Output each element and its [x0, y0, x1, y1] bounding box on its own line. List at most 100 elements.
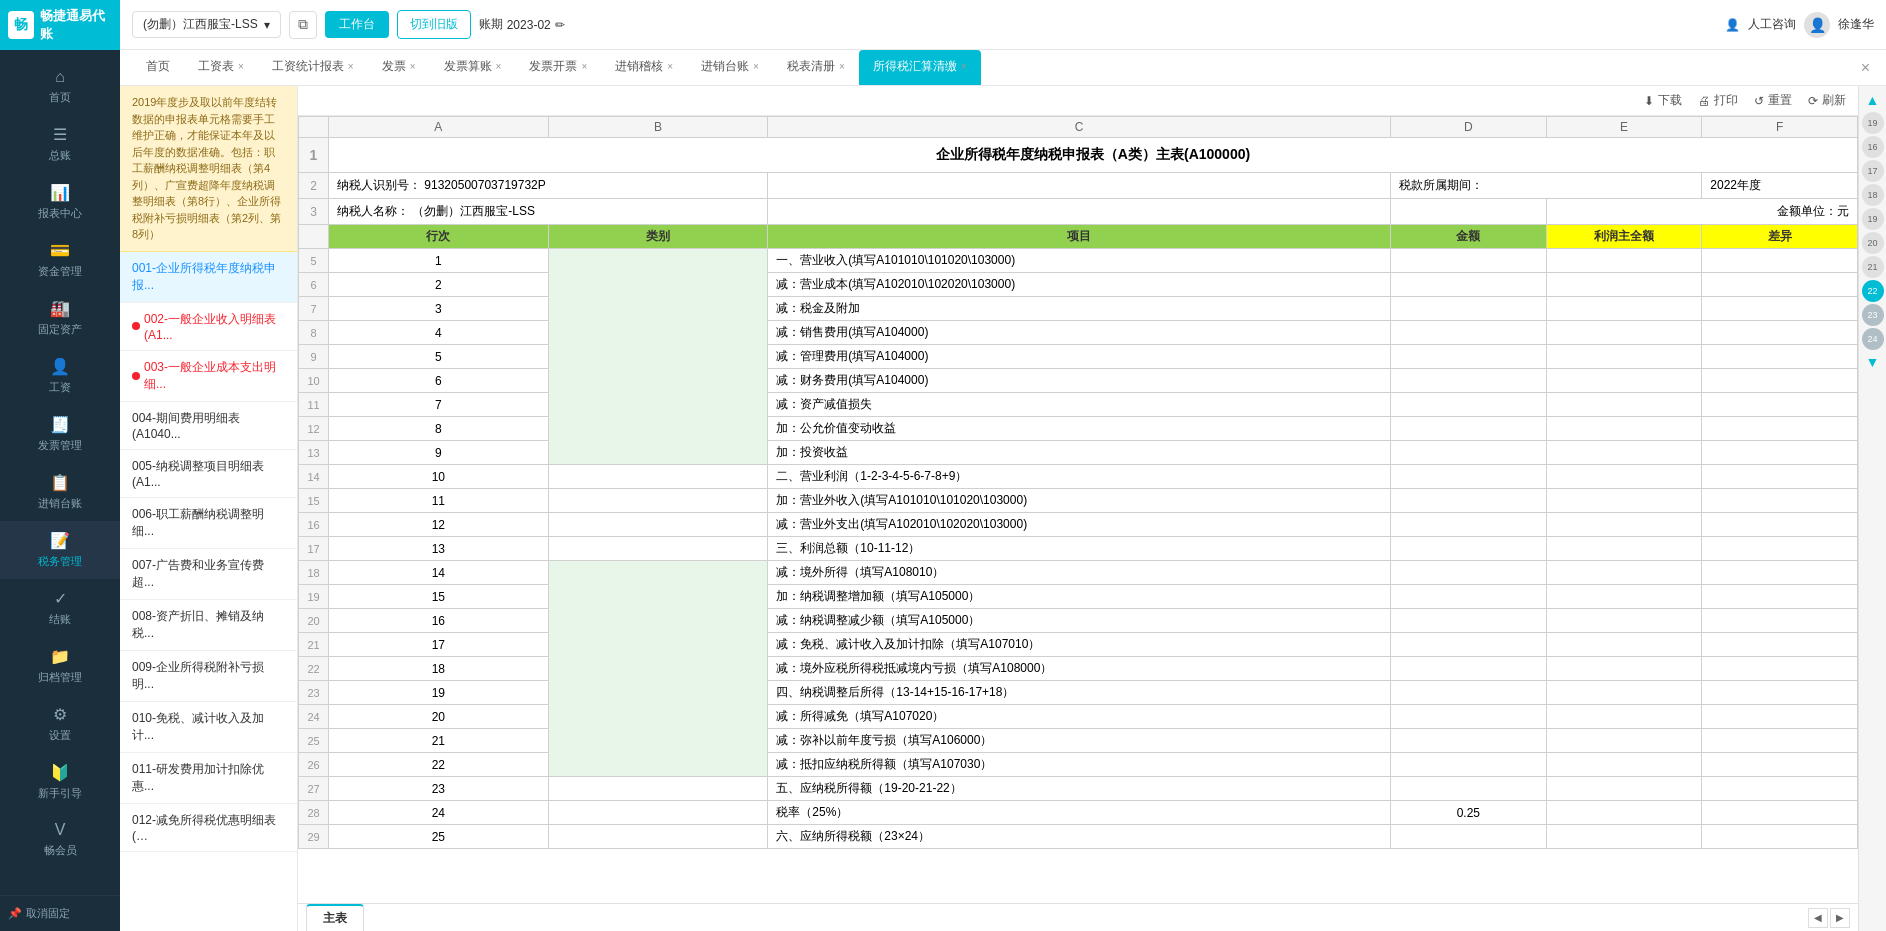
sheet-tab-main[interactable]: 主表 [306, 904, 364, 931]
tab-tax-clear[interactable]: 税表清册 × [773, 50, 859, 85]
row-diff[interactable] [1702, 345, 1858, 369]
row-amount[interactable] [1390, 249, 1546, 273]
row-amount[interactable] [1390, 657, 1546, 681]
row-amount[interactable] [1390, 321, 1546, 345]
tab-invoice-open[interactable]: 发票开票 × [515, 50, 601, 85]
row-amount[interactable] [1390, 585, 1546, 609]
row-diff[interactable] [1702, 801, 1858, 825]
sidebar-item-archive[interactable]: 📁归档管理 [0, 637, 120, 695]
row-diff[interactable] [1702, 753, 1858, 777]
report-item-011[interactable]: 011-研发费用加计扣除优惠... [120, 753, 297, 804]
row-profit[interactable] [1546, 441, 1702, 465]
tab-invoice-calc[interactable]: 发票算账 × [430, 50, 516, 85]
row-profit[interactable] [1546, 321, 1702, 345]
row-diff[interactable] [1702, 633, 1858, 657]
tab-tax-calc[interactable]: 所得税汇算清缴 × [859, 50, 981, 85]
row-amount[interactable] [1390, 417, 1546, 441]
tab-payroll-stats[interactable]: 工资统计报表 × [258, 50, 368, 85]
row-diff[interactable] [1702, 705, 1858, 729]
timeline-up-arrow[interactable]: ▲ [1864, 90, 1882, 110]
tab-sales-ledger[interactable]: 进销台账 × [687, 50, 773, 85]
row-profit[interactable] [1546, 657, 1702, 681]
sidebar-item-asset-mgmt[interactable]: 💳资金管理 [0, 231, 120, 289]
row-amount[interactable] [1390, 705, 1546, 729]
sidebar-unpin[interactable]: 📌 取消固定 [0, 895, 120, 931]
tab-payroll[interactable]: 工资表 × [184, 50, 258, 85]
tab-close-payroll[interactable]: × [238, 61, 244, 72]
row-profit[interactable] [1546, 249, 1702, 273]
row-amount[interactable] [1390, 369, 1546, 393]
tab-invoice[interactable]: 发票 × [368, 50, 430, 85]
tabs-close-all[interactable]: × [1857, 59, 1874, 77]
row-profit[interactable] [1546, 801, 1702, 825]
timeline-down-arrow[interactable]: ▼ [1864, 352, 1882, 372]
row-profit[interactable] [1546, 417, 1702, 441]
row-amount[interactable] [1390, 513, 1546, 537]
report-item-007[interactable]: 007-广告费和业务宣传费超... [120, 549, 297, 600]
row-amount[interactable] [1390, 537, 1546, 561]
workspace-button[interactable]: 工作台 [325, 11, 389, 38]
row-diff[interactable] [1702, 513, 1858, 537]
row-amount[interactable] [1390, 753, 1546, 777]
sidebar-item-tax[interactable]: 📝税务管理 [0, 521, 120, 579]
tab-close-tax-clear[interactable]: × [839, 61, 845, 72]
row-amount[interactable] [1390, 273, 1546, 297]
tab-close-sales-ledger[interactable]: × [753, 61, 759, 72]
sidebar-item-guide[interactable]: 🔰新手引导 [0, 753, 120, 811]
tab-close-invoice-calc[interactable]: × [496, 61, 502, 72]
reset-button[interactable]: ↺ 重置 [1754, 92, 1792, 109]
row-profit[interactable] [1546, 705, 1702, 729]
row-diff[interactable] [1702, 537, 1858, 561]
sidebar-item-settle[interactable]: ✓结账 [0, 579, 120, 637]
row-diff[interactable] [1702, 297, 1858, 321]
row-profit[interactable] [1546, 345, 1702, 369]
report-item-008[interactable]: 008-资产折旧、摊销及纳税... [120, 600, 297, 651]
sidebar-item-fixed-assets[interactable]: 🏭固定资产 [0, 289, 120, 347]
sidebar-item-member[interactable]: V畅会员 [0, 811, 120, 868]
row-diff[interactable] [1702, 561, 1858, 585]
sheet-prev-btn[interactable]: ◀ [1808, 908, 1828, 928]
row-diff[interactable] [1702, 609, 1858, 633]
row-diff[interactable] [1702, 465, 1858, 489]
sidebar-item-payroll[interactable]: 👤工资 [0, 347, 120, 405]
tab-close-payroll-stats[interactable]: × [348, 61, 354, 72]
sidebar-item-ledger[interactable]: ☰总账 [0, 115, 120, 173]
row-profit[interactable] [1546, 729, 1702, 753]
row-profit[interactable] [1546, 273, 1702, 297]
report-item-003[interactable]: 003-一般企业成本支出明细... [120, 351, 297, 402]
row-profit[interactable] [1546, 753, 1702, 777]
row-amount[interactable] [1390, 825, 1546, 849]
row-diff[interactable] [1702, 441, 1858, 465]
edit-period-icon[interactable]: ✏ [555, 18, 565, 32]
row-amount[interactable] [1390, 489, 1546, 513]
row-diff[interactable] [1702, 489, 1858, 513]
timeline-year-2022-7[interactable]: 22 [1862, 280, 1884, 302]
row-amount[interactable]: 0.25 [1390, 801, 1546, 825]
row-amount[interactable] [1390, 609, 1546, 633]
refresh-button[interactable]: ⟳ 刷新 [1808, 92, 1846, 109]
spreadsheet-wrap[interactable]: ABCDEF1企业所得税年度纳税申报表（A类）主表(A100000)2 纳税人识… [298, 116, 1858, 903]
row-profit[interactable] [1546, 513, 1702, 537]
switch-old-button[interactable]: 切到旧版 [397, 10, 471, 39]
tab-close-sales-check[interactable]: × [667, 61, 673, 72]
row-profit[interactable] [1546, 489, 1702, 513]
sheet-next-btn[interactable]: ▶ [1830, 908, 1850, 928]
row-diff[interactable] [1702, 729, 1858, 753]
row-profit[interactable] [1546, 465, 1702, 489]
sidebar-item-sales[interactable]: 📋进销台账 [0, 463, 120, 521]
row-diff[interactable] [1702, 393, 1858, 417]
row-diff[interactable] [1702, 417, 1858, 441]
timeline-year-2024-9[interactable]: 24 [1862, 328, 1884, 350]
company-selector[interactable]: (勿删）江西服宝-LSS ▾ [132, 11, 281, 38]
row-diff[interactable] [1702, 777, 1858, 801]
sidebar-item-invoice-mgmt[interactable]: 🧾发票管理 [0, 405, 120, 463]
print-button[interactable]: 🖨 打印 [1698, 92, 1738, 109]
row-amount[interactable] [1390, 345, 1546, 369]
copy-icon-btn[interactable]: ⧉ [289, 11, 317, 39]
sidebar-item-reports[interactable]: 📊报表中心 [0, 173, 120, 231]
row-profit[interactable] [1546, 537, 1702, 561]
timeline-year-2016-1[interactable]: 16 [1862, 136, 1884, 158]
row-amount[interactable] [1390, 393, 1546, 417]
timeline-year-2019-4[interactable]: 19 [1862, 208, 1884, 230]
row-profit[interactable] [1546, 297, 1702, 321]
